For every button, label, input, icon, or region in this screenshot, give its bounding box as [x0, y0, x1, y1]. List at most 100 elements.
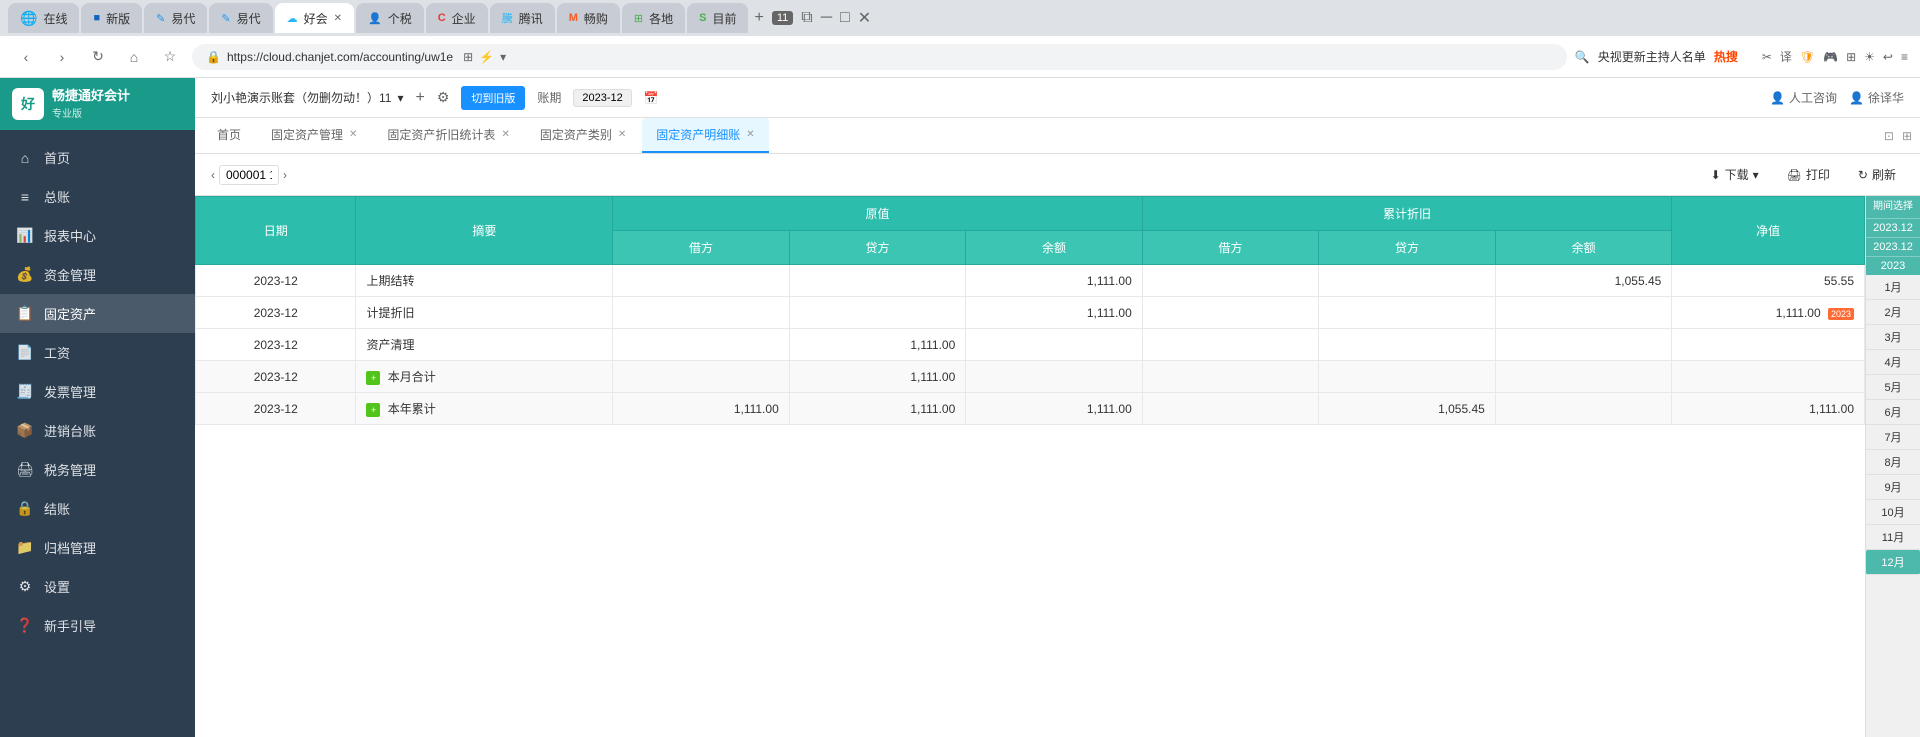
browser-tab-muqian[interactable]: S 目前 — [687, 3, 748, 33]
period-selected-end: 2023.12 — [1866, 237, 1920, 256]
close-window-icon[interactable]: ✕ — [858, 8, 871, 28]
cell-date-5: 2023-12 — [196, 393, 356, 425]
print-btn[interactable]: 🖨 打印 — [1779, 162, 1838, 187]
close-tab-fixed-assets[interactable]: ✕ — [349, 129, 357, 140]
switch-version-btn[interactable]: 切到旧版 — [461, 86, 525, 110]
sidebar: 好 畅捷通好会计 专业版 ⌂ 首页 ≡ 总账 📊 报表中心 💰 资金管理 — [0, 78, 195, 737]
url-bar[interactable]: 🔒 https://cloud.chanjet.com/accounting/u… — [192, 44, 1567, 70]
period-month-9[interactable]: 9月 — [1866, 475, 1920, 500]
calendar-icon[interactable]: 📅 — [644, 91, 659, 105]
collapse-icon[interactable]: ⊡ — [1884, 129, 1894, 143]
sidebar-item-invoice[interactable]: 🧾 发票管理 — [0, 372, 195, 411]
browser-tab-haokuai[interactable]: ☁ 好会 ✕ — [275, 3, 354, 33]
close-tab-category[interactable]: ✕ — [618, 129, 626, 140]
cell-accum-credit-3 — [1319, 329, 1496, 361]
period-month-5[interactable]: 5月 — [1866, 375, 1920, 400]
browser-tab-yidai1[interactable]: ✎ 易代 — [144, 3, 207, 33]
refresh-btn[interactable]: ↻ 刷新 — [1850, 162, 1904, 187]
maximize-icon[interactable]: □ — [840, 9, 850, 27]
sidebar-item-archive[interactable]: 📁 归档管理 — [0, 528, 195, 567]
main-content: 日期 摘要 原值 累计折旧 净值 借方 贷方 余额 借方 贷方 余额 — [195, 196, 1920, 737]
funds-icon: 💰 — [16, 266, 34, 284]
cell-orig-debit-4 — [613, 361, 790, 393]
help-button[interactable]: 👤 人工咨询 — [1770, 89, 1837, 106]
add-company-btn[interactable]: + — [416, 89, 425, 107]
browser-tab-gedi[interactable]: ⊞ 各地 — [622, 3, 685, 33]
year-badge: 2023 — [1828, 308, 1854, 320]
period-month-3[interactable]: 3月 — [1866, 325, 1920, 350]
back-button[interactable]: ‹ — [12, 43, 40, 71]
next-page-btn[interactable]: › — [283, 168, 287, 182]
sidebar-item-salary[interactable]: 📄 工资 — [0, 333, 195, 372]
tab-home[interactable]: 首页 — [203, 118, 255, 153]
page-tabs: 首页 固定资产管理 ✕ 固定资产折旧统计表 ✕ 固定资产类别 ✕ 固定资产明细账… — [195, 118, 1920, 154]
refresh-icon: ↻ — [1858, 168, 1868, 182]
cell-orig-credit-2 — [789, 297, 966, 329]
close-tab-haokuai[interactable]: ✕ — [334, 13, 342, 24]
company-selector[interactable]: 刘小艳演示账套（勿删勿动！）11 ▾ — [211, 89, 404, 106]
sidebar-item-tax[interactable]: 🖨 税务管理 — [0, 450, 195, 489]
period-month-7[interactable]: 7月 — [1866, 425, 1920, 450]
tab-depreciation-stats[interactable]: 固定资产折旧统计表 ✕ — [373, 118, 523, 153]
sidebar-item-fixed-assets[interactable]: 📋 固定资产 — [0, 294, 195, 333]
browser-tab-chang[interactable]: M 畅购 — [557, 3, 620, 33]
browser-tab-qiye[interactable]: C 企业 — [426, 3, 488, 33]
reload-button[interactable]: ↻ — [84, 43, 112, 71]
cell-net-3 — [1672, 329, 1865, 361]
new-tab-button[interactable]: + — [754, 9, 763, 27]
th-original-value: 原值 — [613, 197, 1143, 231]
period-month-2[interactable]: 2月 — [1866, 300, 1920, 325]
restore-window-icon[interactable]: ⧉ — [801, 9, 812, 27]
sidebar-item-settings[interactable]: ⚙ 设置 — [0, 567, 195, 606]
bookmark-button[interactable]: ☆ — [156, 43, 184, 71]
expand-icon[interactable]: ⊞ — [1902, 129, 1912, 143]
user-info[interactable]: 👤 徐译华 — [1849, 89, 1904, 106]
close-tab-depreciation[interactable]: ✕ — [501, 129, 509, 140]
page-number-input[interactable] — [219, 165, 279, 185]
period-month-8[interactable]: 8月 — [1866, 450, 1920, 475]
sidebar-item-reports[interactable]: 📊 报表中心 — [0, 216, 195, 255]
cell-orig-debit-3 — [613, 329, 790, 361]
minimize-icon[interactable]: ─ — [821, 9, 832, 27]
guide-icon: ❓ — [16, 617, 34, 635]
hot-search-label: 热搜 — [1714, 48, 1738, 65]
browser-tab-online[interactable]: 🌐 在线 — [8, 3, 79, 33]
browser-nav-bar: ‹ › ↻ ⌂ ☆ 🔒 https://cloud.chanjet.com/ac… — [0, 36, 1920, 78]
search-hint: 央视更新主持人名单 — [1598, 48, 1706, 65]
browser-tab-new[interactable]: ■ 新版 — [81, 3, 142, 33]
cell-orig-debit-5: 1,111.00 — [613, 393, 790, 425]
tab-count-badge: 11 — [772, 11, 793, 25]
sidebar-item-funds[interactable]: 💰 资金管理 — [0, 255, 195, 294]
tab-fixed-assets-mgmt[interactable]: 固定资产管理 ✕ — [257, 118, 371, 153]
browser-tab-geshui[interactable]: 👤 个税 — [356, 3, 424, 33]
period-month-12[interactable]: 12月 — [1866, 550, 1920, 575]
invoice-icon: 🧾 — [16, 383, 34, 401]
cell-accum-credit-4 — [1319, 361, 1496, 393]
prev-page-btn[interactable]: ‹ — [211, 168, 215, 182]
period-selected-start: 2023.12 — [1866, 218, 1920, 237]
home-icon: ⌂ — [16, 149, 34, 167]
home-button[interactable]: ⌂ — [120, 43, 148, 71]
period-month-11[interactable]: 11月 — [1866, 525, 1920, 550]
cell-orig-debit-1 — [613, 265, 790, 297]
th-accum-credit: 贷方 — [1319, 231, 1496, 265]
sidebar-item-checkout[interactable]: 🔒 结账 — [0, 489, 195, 528]
sidebar-item-purchase[interactable]: 📦 进销台账 — [0, 411, 195, 450]
download-btn[interactable]: ⬇ 下载 ▾ — [1703, 162, 1767, 187]
tab-asset-detail[interactable]: 固定资产明细账 ✕ — [642, 118, 768, 153]
sidebar-item-home[interactable]: ⌂ 首页 — [0, 138, 195, 177]
settings-small-btn[interactable]: ⚙ — [437, 89, 450, 106]
tab-asset-category[interactable]: 固定资产类别 ✕ — [526, 118, 640, 153]
period-month-4[interactable]: 4月 — [1866, 350, 1920, 375]
browser-tab-tencent[interactable]: 騰 腾讯 — [490, 3, 555, 33]
sidebar-item-guide[interactable]: ❓ 新手引导 — [0, 606, 195, 645]
period-month-6[interactable]: 6月 — [1866, 400, 1920, 425]
forward-button[interactable]: › — [48, 43, 76, 71]
sidebar-item-ledger[interactable]: ≡ 总账 — [0, 177, 195, 216]
browser-tab-yidai2[interactable]: ✎ 易代 — [209, 3, 272, 33]
header-right: 👤 人工咨询 👤 徐译华 — [1770, 89, 1904, 106]
period-month-1[interactable]: 1月 — [1866, 275, 1920, 300]
period-month-10[interactable]: 10月 — [1866, 500, 1920, 525]
cell-orig-balance-5: 1,111.00 — [966, 393, 1143, 425]
close-tab-detail[interactable]: ✕ — [746, 129, 754, 140]
